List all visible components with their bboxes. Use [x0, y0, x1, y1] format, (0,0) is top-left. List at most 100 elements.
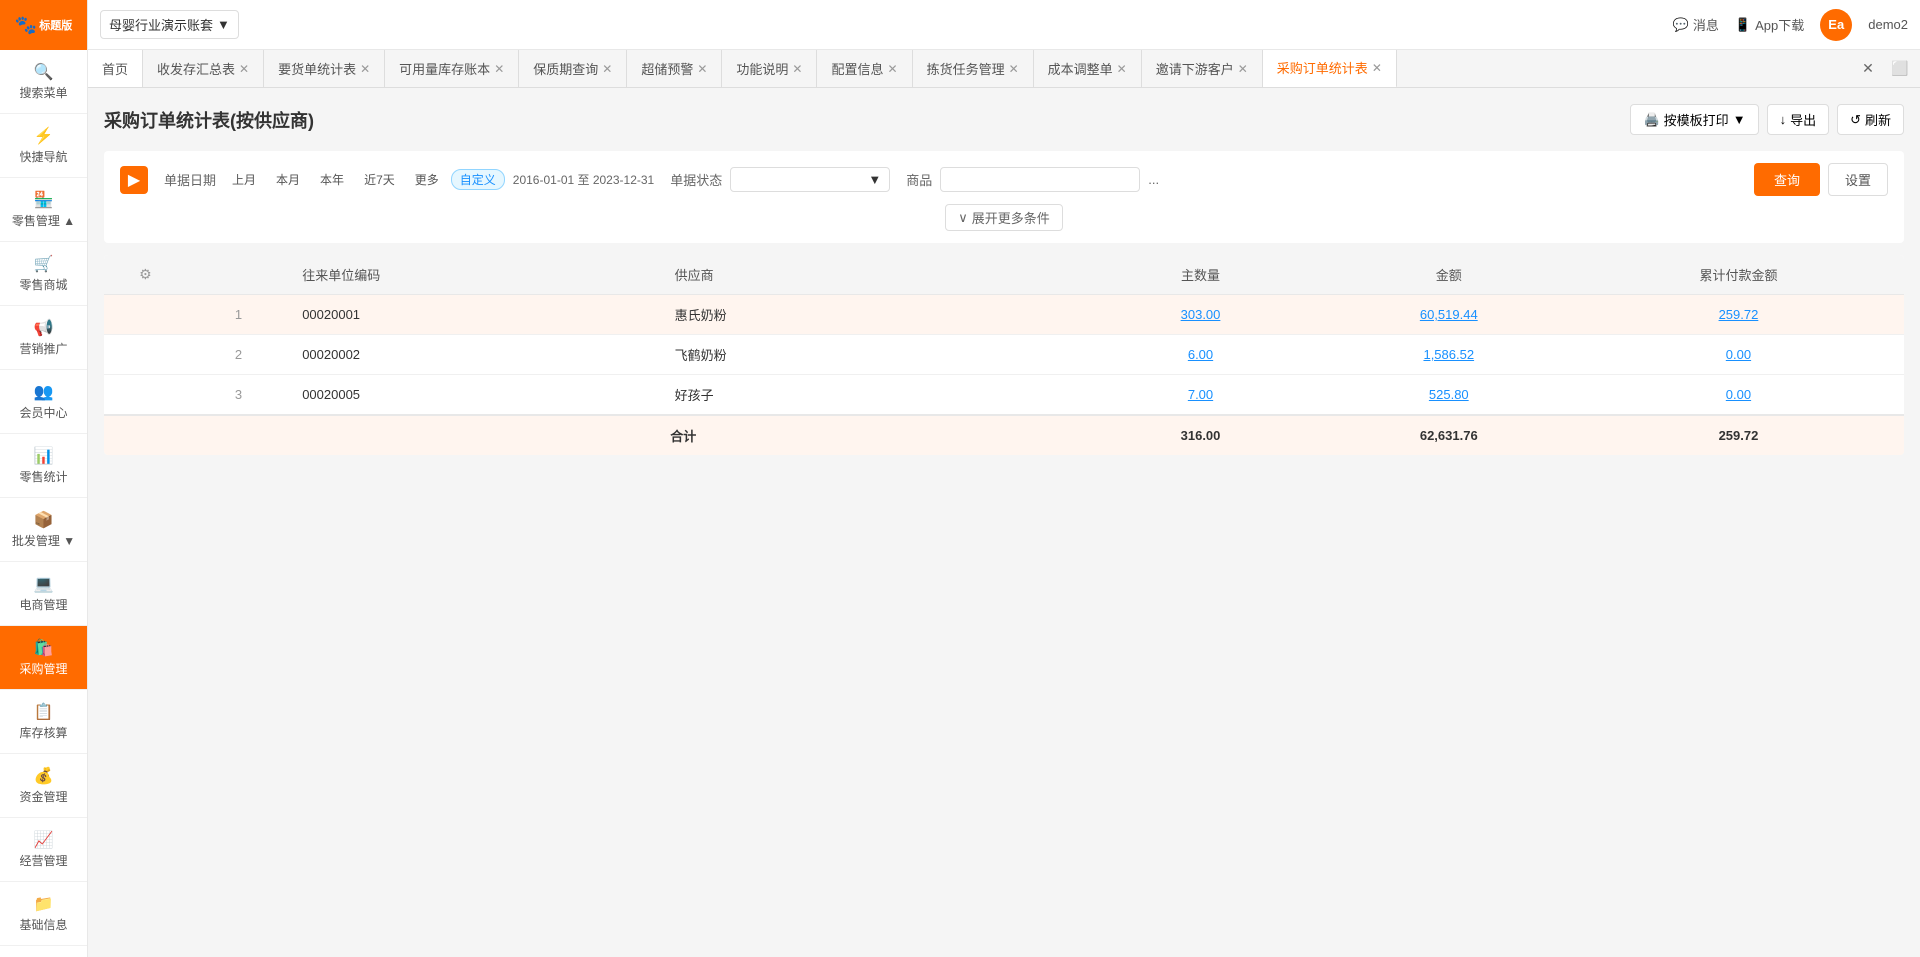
shortcut-custom[interactable]: 自定义: [451, 169, 505, 190]
shortcut-more[interactable]: 更多: [407, 169, 447, 190]
row3-gear: [104, 375, 187, 416]
tab-cost-adjust-close[interactable]: ✕: [1117, 62, 1127, 76]
row3-main-qty[interactable]: 7.00: [1076, 375, 1324, 416]
row3-cumulative-payment[interactable]: 0.00: [1573, 375, 1904, 416]
logo-icon: 🐾: [15, 15, 37, 36]
tab-config-info-label: 配置信息: [831, 59, 883, 78]
sidebar-item-shortcut[interactable]: ⚡ 快捷导航: [0, 114, 87, 178]
user-avatar[interactable]: Ea: [1820, 9, 1852, 41]
sidebar-item-search[interactable]: 🔍 搜索菜单: [0, 50, 87, 114]
sidebar-label-inventory: 库存核算: [19, 726, 67, 740]
sidebar-item-basic[interactable]: 📁 基础信息: [0, 882, 87, 946]
shortcut-7days[interactable]: 近7天: [356, 169, 403, 190]
tab-cost-adjust[interactable]: 成本调整单 ✕: [1034, 50, 1142, 88]
chevron-down-icon2: ▼: [1733, 112, 1746, 127]
tab-pick-task[interactable]: 拣货任务管理 ✕: [913, 50, 1034, 88]
expand-more-button[interactable]: ∨ 展开更多条件: [945, 204, 1063, 231]
gear-settings-icon[interactable]: ⚙: [139, 266, 152, 282]
refresh-icon: ↺: [1850, 112, 1861, 128]
table-row: 3 00020005 好孩子 7.00 525.80 0.00: [104, 375, 1904, 416]
tab-config-info[interactable]: 配置信息 ✕: [817, 50, 912, 88]
tab-order-stats-close[interactable]: ✕: [360, 62, 370, 76]
tab-collect-pay-close[interactable]: ✕: [239, 62, 249, 76]
row2-main-qty[interactable]: 6.00: [1076, 335, 1324, 375]
sidebar-item-finance[interactable]: 💰 资金管理: [0, 754, 87, 818]
tab-shelf-life-close[interactable]: ✕: [602, 62, 612, 76]
col-gear-header: ⚙: [104, 255, 187, 295]
sidebar: 🐾 标题版 🔍 搜索菜单 ⚡ 快捷导航 🏪 零售管理 ▲ 🛒 零售商城 📢 营销…: [0, 0, 88, 957]
tab-purchase-order-stats[interactable]: 采购订单统计表 ✕: [1263, 50, 1397, 88]
shortcut-this-month[interactable]: 本月: [268, 169, 308, 190]
row1-main-qty[interactable]: 303.00: [1076, 295, 1324, 335]
col-rownum-header: [187, 255, 290, 295]
search-button[interactable]: 查询: [1754, 163, 1820, 196]
refresh-button[interactable]: ↺ 刷新: [1837, 104, 1904, 135]
filter-toggle-button[interactable]: ▶: [120, 166, 148, 194]
goods-input[interactable]: [940, 167, 1140, 192]
tab-order-stats[interactable]: 要货单统计表 ✕: [264, 50, 385, 88]
footer-main-qty: 316.00: [1076, 415, 1324, 455]
tab-invite-downstream[interactable]: 邀请下游客户 ✕: [1142, 50, 1263, 88]
tab-shelf-life[interactable]: 保质期查询 ✕: [519, 50, 627, 88]
sidebar-item-wholesale[interactable]: 📦 批发管理 ▼: [0, 498, 87, 562]
tab-config-info-close[interactable]: ✕: [888, 62, 898, 76]
footer-label: 合计: [290, 415, 1076, 455]
sidebar-item-purchase[interactable]: 🛍️ 采购管理: [0, 626, 87, 690]
account-selector[interactable]: 母婴行业演示账套 ▼: [100, 10, 239, 39]
tab-order-stats-label: 要货单统计表: [278, 59, 356, 78]
page-title-text: 采购订单统计表(按供应商): [104, 107, 314, 133]
row3-num: 3: [187, 375, 290, 416]
tab-function-desc-close[interactable]: ✕: [792, 62, 802, 76]
filter-row: ▶ 单据日期 上月 本月 本年 近7天 更多 自定义 2016-01-01 至 …: [120, 163, 1888, 196]
sidebar-label-search: 搜索菜单: [19, 86, 67, 100]
row1-amount[interactable]: 60,519.44: [1325, 295, 1573, 335]
sidebar-item-retail-stats[interactable]: 📊 零售统计: [0, 434, 87, 498]
template-print-button[interactable]: 🖨️ 按模板打印 ▼: [1630, 104, 1758, 135]
expand-icon: ∨: [958, 210, 968, 226]
tab-home[interactable]: 首页: [88, 50, 143, 88]
tab-maximize-button[interactable]: ⬜: [1888, 57, 1912, 81]
tab-overstock-close[interactable]: ✕: [697, 62, 707, 76]
goods-label: 商品: [906, 170, 932, 189]
settings-button[interactable]: 设置: [1828, 163, 1888, 196]
chevron-down-icon3: ▼: [868, 172, 881, 187]
tab-available-inventory[interactable]: 可用量库存账本 ✕: [385, 50, 519, 88]
tab-function-desc[interactable]: 功能说明 ✕: [722, 50, 817, 88]
sidebar-item-operations[interactable]: 📈 经营管理: [0, 818, 87, 882]
sidebar-item-marketing[interactable]: 📢 营销推广: [0, 306, 87, 370]
message-button[interactable]: 💬 消息: [1673, 15, 1719, 34]
sidebar-label-wholesale: 批发管理: [12, 534, 60, 548]
row2-amount[interactable]: 1,586.52: [1325, 335, 1573, 375]
row2-cumulative-payment[interactable]: 0.00: [1573, 335, 1904, 375]
tab-purchase-order-stats-close[interactable]: ✕: [1372, 61, 1382, 75]
ecommerce-icon: 💻: [8, 574, 79, 594]
row3-amount[interactable]: 525.80: [1325, 375, 1573, 416]
sidebar-item-inventory[interactable]: 📋 库存核算: [0, 690, 87, 754]
tab-available-inventory-close[interactable]: ✕: [494, 62, 504, 76]
tabbar-actions: ✕ ⬜: [1856, 57, 1920, 81]
sidebar-item-retail[interactable]: 🏪 零售管理 ▲: [0, 178, 87, 242]
table-row: 1 00020001 惠氏奶粉 303.00 60,519.44 259.72: [104, 295, 1904, 335]
tab-overstock[interactable]: 超储预警 ✕: [627, 50, 722, 88]
template-print-label: 按模板打印: [1664, 110, 1729, 129]
sidebar-item-ecommerce[interactable]: 💻 电商管理: [0, 562, 87, 626]
shortcut-last-month[interactable]: 上月: [224, 169, 264, 190]
refresh-label: 刷新: [1865, 110, 1891, 129]
more-filter-button[interactable]: ...: [1148, 172, 1159, 187]
shortcut-this-year[interactable]: 本年: [312, 169, 352, 190]
status-select[interactable]: ▼: [730, 167, 890, 192]
sidebar-label-retail: 零售管理: [12, 214, 60, 228]
app-download-button[interactable]: 📱 App下载: [1735, 15, 1804, 34]
sidebar-item-system[interactable]: ⚙️ 系统管理: [0, 946, 87, 957]
export-button[interactable]: ↓ 导出: [1767, 104, 1830, 135]
tab-invite-downstream-close[interactable]: ✕: [1238, 62, 1248, 76]
sidebar-item-retail-shop[interactable]: 🛒 零售商城: [0, 242, 87, 306]
tab-cost-adjust-label: 成本调整单: [1048, 59, 1113, 78]
tab-collect-pay[interactable]: 收发存汇总表 ✕: [143, 50, 264, 88]
sidebar-item-member[interactable]: 👥 会员中心: [0, 370, 87, 434]
tab-pick-task-close[interactable]: ✕: [1009, 62, 1019, 76]
row1-cumulative-payment[interactable]: 259.72: [1573, 295, 1904, 335]
logo[interactable]: 🐾 标题版: [0, 0, 87, 50]
user-name-button[interactable]: demo2: [1868, 17, 1908, 32]
tab-close-all-button[interactable]: ✕: [1856, 57, 1880, 81]
